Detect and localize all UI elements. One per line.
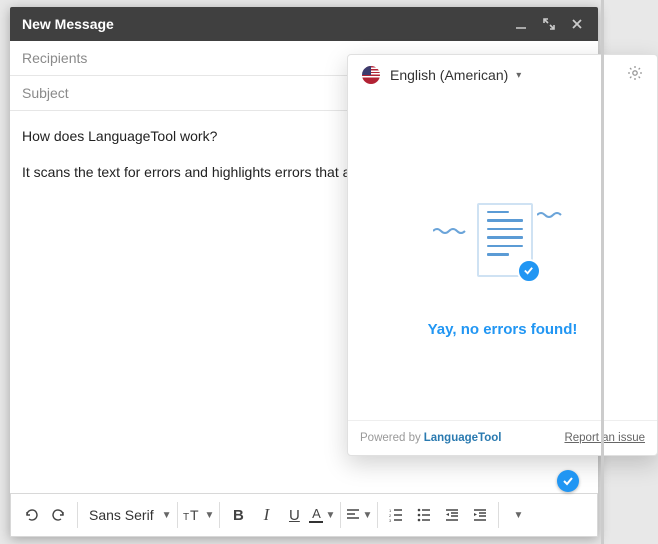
- font-family-select[interactable]: Sans Serif▼: [83, 500, 172, 530]
- redo-button[interactable]: [46, 500, 72, 530]
- no-errors-illustration: [433, 199, 573, 289]
- italic-button[interactable]: I: [253, 500, 279, 530]
- separator: [340, 502, 341, 528]
- languagetool-panel: English (American) ▾ Yay, no errors foun…: [347, 54, 658, 456]
- lt-body: Yay, no errors found!: [348, 96, 657, 420]
- indent-less-button[interactable]: [439, 500, 465, 530]
- separator: [77, 502, 78, 528]
- checkmark-badge-icon: [517, 259, 541, 283]
- chevron-down-icon[interactable]: ▾: [516, 70, 521, 81]
- format-toolbar: Sans Serif▼ TT▼ B I U A▼ ▼ 123 ▼: [10, 493, 598, 537]
- separator: [498, 502, 499, 528]
- lt-brand-link[interactable]: LanguageTool: [424, 432, 502, 444]
- separator: [177, 502, 178, 528]
- font-family-label: Sans Serif: [83, 507, 160, 523]
- lt-status-message: Yay, no errors found!: [428, 321, 578, 338]
- more-formatting-button[interactable]: ▼: [504, 500, 530, 530]
- close-icon[interactable]: [568, 15, 586, 33]
- minimize-icon[interactable]: [512, 15, 530, 33]
- svg-text:T: T: [183, 512, 189, 523]
- lt-header: English (American) ▾: [348, 55, 657, 96]
- expand-icon[interactable]: [540, 15, 558, 33]
- bold-button[interactable]: B: [225, 500, 251, 530]
- svg-text:3: 3: [389, 518, 392, 522]
- lt-report-issue-link[interactable]: Report an issue: [564, 432, 645, 444]
- bullet-list-button[interactable]: [411, 500, 437, 530]
- chevron-down-icon: ▼: [325, 510, 335, 521]
- underline-button[interactable]: U: [281, 500, 307, 530]
- window-title: New Message: [22, 16, 114, 32]
- chevron-down-icon: ▼: [362, 510, 372, 521]
- subject-placeholder: Subject: [22, 85, 69, 101]
- lt-status-badge[interactable]: [557, 470, 579, 492]
- right-gutter: [601, 0, 604, 544]
- svg-text:T: T: [190, 507, 199, 523]
- numbered-list-button[interactable]: 123: [383, 500, 409, 530]
- gear-icon[interactable]: [627, 65, 643, 86]
- indent-more-button[interactable]: [467, 500, 493, 530]
- lt-language-select[interactable]: English (American): [390, 67, 508, 83]
- text-color-button[interactable]: A▼: [309, 500, 335, 530]
- lt-powered-by-label: Powered by: [360, 432, 421, 444]
- align-button[interactable]: ▼: [346, 500, 372, 530]
- undo-button[interactable]: [18, 500, 44, 530]
- font-size-button[interactable]: TT ▼: [183, 500, 215, 530]
- separator: [219, 502, 220, 528]
- window-titlebar: New Message: [10, 7, 598, 41]
- lt-footer: Powered by LanguageTool Report an issue: [348, 420, 657, 455]
- chevron-down-icon: ▼: [513, 510, 523, 521]
- us-flag-icon: [362, 66, 380, 84]
- separator: [377, 502, 378, 528]
- chevron-down-icon: ▼: [205, 510, 215, 521]
- recipients-placeholder: Recipients: [22, 50, 87, 66]
- chevron-down-icon: ▼: [162, 510, 172, 521]
